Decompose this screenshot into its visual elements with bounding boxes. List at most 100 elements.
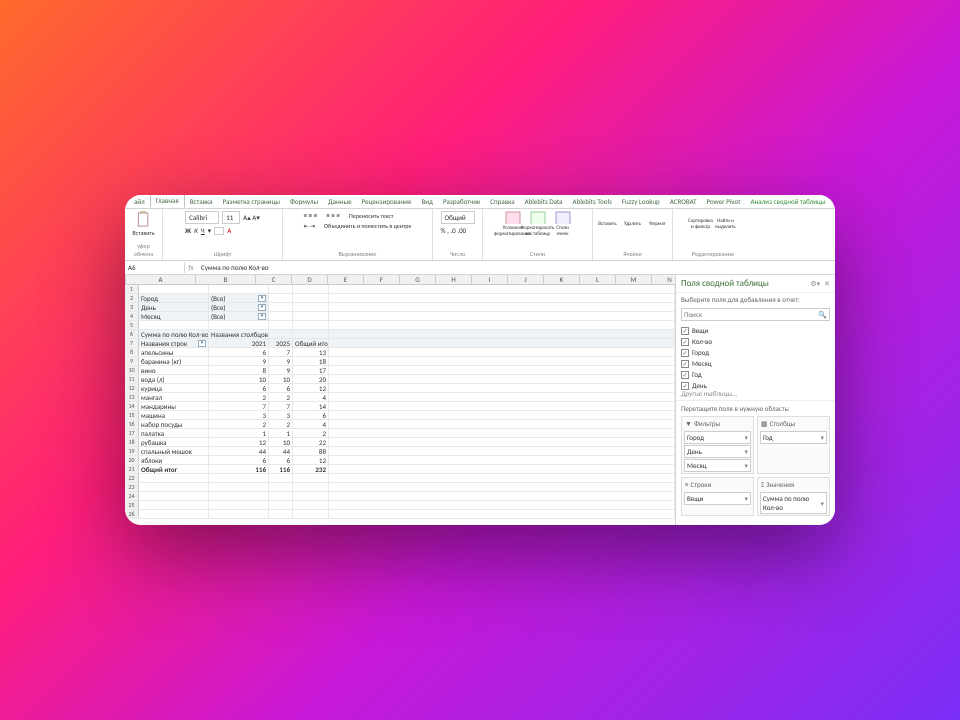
- chevron-down-icon[interactable]: ▾: [744, 447, 748, 456]
- tab-главная[interactable]: Главная: [150, 195, 185, 208]
- field-search-input[interactable]: [684, 310, 818, 319]
- tab-формулы[interactable]: Формулы: [285, 195, 323, 208]
- table-row[interactable]: 20яблоки6612: [125, 456, 675, 465]
- checkbox-icon[interactable]: ✓: [681, 360, 689, 368]
- zone-item[interactable]: Месяц▾: [684, 459, 751, 472]
- table-row[interactable]: 23: [125, 483, 675, 492]
- fx-icon[interactable]: fx: [185, 263, 197, 272]
- worksheet[interactable]: ABCDEFGHIJKLMNO 12Город(Все)▾3День(Все)▾…: [125, 275, 675, 525]
- checkbox-icon[interactable]: ✓: [681, 371, 689, 379]
- table-row[interactable]: 9баранина (кг)9918: [125, 357, 675, 366]
- col-header-F[interactable]: F: [364, 275, 400, 284]
- table-row[interactable]: 3День(Все)▾: [125, 303, 675, 312]
- insert-cells-button[interactable]: Вставить: [597, 211, 619, 237]
- table-row[interactable]: 17палатка112: [125, 429, 675, 438]
- zone-item[interactable]: День▾: [684, 445, 751, 458]
- zone-item[interactable]: Год▾: [760, 431, 827, 444]
- table-row[interactable]: 2Город(Все)▾: [125, 294, 675, 303]
- table-row[interactable]: 14мандарины7714: [125, 402, 675, 411]
- field-item-Кол-во[interactable]: ✓Кол-во: [681, 336, 830, 347]
- table-row[interactable]: 7Названия строк▾20212025Общий итог: [125, 339, 675, 348]
- tab-вставка[interactable]: Вставка: [185, 195, 218, 208]
- zone-columns[interactable]: ▦СтолбцыГод▾: [757, 416, 830, 474]
- tab-acrobat[interactable]: ACROBAT: [665, 195, 702, 208]
- chevron-down-icon[interactable]: ▾: [820, 499, 824, 508]
- delete-cells-button[interactable]: Удалить: [622, 211, 644, 237]
- tab-анализ-сводной-таблицы[interactable]: Анализ сводной таблицы: [745, 195, 830, 208]
- paste-button[interactable]: Вставить: [133, 211, 155, 237]
- chevron-down-icon[interactable]: ▾: [744, 461, 748, 470]
- formula-input[interactable]: Сумма по полю Кол-во: [197, 262, 835, 273]
- table-row[interactable]: 4Месяц(Все)▾: [125, 312, 675, 321]
- sort-filter-button[interactable]: Сортировка и фильтр: [690, 211, 712, 237]
- col-header-K[interactable]: K: [544, 275, 580, 284]
- pane-close-icon[interactable]: ✕: [824, 279, 830, 288]
- tab-ablebits-tools[interactable]: Ablebits Tools: [568, 195, 617, 208]
- col-header-J[interactable]: J: [508, 275, 544, 284]
- tab-fuzzy-lookup[interactable]: Fuzzy Lookup: [617, 195, 665, 208]
- tab-айл[interactable]: айл: [129, 195, 150, 208]
- wrap-text[interactable]: Переносить текст: [349, 212, 393, 220]
- field-search[interactable]: 🔍: [681, 308, 830, 321]
- table-row[interactable]: 16набор посуды224: [125, 420, 675, 429]
- tab-вид[interactable]: Вид: [416, 195, 438, 208]
- cell-styles-button[interactable]: Стили ячеек: [552, 211, 574, 237]
- font-size-select[interactable]: 11: [222, 211, 240, 224]
- zone-rows[interactable]: ≡СтрокиВещи▾: [681, 477, 754, 516]
- merge-center[interactable]: Объединить и поместить в центре: [324, 222, 411, 230]
- grid-body[interactable]: 12Город(Все)▾3День(Все)▾4Месяц(Все)▾56Су…: [125, 285, 675, 525]
- tab-рецензирование[interactable]: Рецензирование: [357, 195, 417, 208]
- field-item-Вещи[interactable]: ✓Вещи: [681, 325, 830, 336]
- tab-конструктор[interactable]: Конструктор: [830, 195, 835, 208]
- col-header-B[interactable]: B: [196, 275, 256, 284]
- name-box[interactable]: A6: [125, 262, 185, 273]
- zone-filters[interactable]: ▼ФильтрыГород▾День▾Месяц▾: [681, 416, 754, 474]
- table-row[interactable]: 1: [125, 285, 675, 294]
- table-row[interactable]: 6Сумма по полю Кол-воНазвания столбцов▾: [125, 330, 675, 339]
- format-table-button[interactable]: Форматировать как таблицу: [527, 211, 549, 237]
- table-row[interactable]: 13мангал224: [125, 393, 675, 402]
- chevron-down-icon[interactable]: ▾: [744, 433, 748, 442]
- table-row[interactable]: 18рубашка121022: [125, 438, 675, 447]
- tab-разработчик[interactable]: Разработчик: [438, 195, 485, 208]
- col-header-G[interactable]: G: [400, 275, 436, 284]
- zone-item[interactable]: Город▾: [684, 431, 751, 444]
- zone-item[interactable]: Сумма по полю Кол-во▾: [760, 492, 827, 514]
- field-item-Месяц[interactable]: ✓Месяц: [681, 358, 830, 369]
- tab-power-pivot[interactable]: Power Pivot: [702, 195, 746, 208]
- format-cells-button[interactable]: Формат: [647, 211, 669, 237]
- chevron-down-icon[interactable]: ▾: [744, 494, 748, 503]
- col-header-N[interactable]: N: [652, 275, 675, 284]
- table-row[interactable]: 8апельсины6713: [125, 348, 675, 357]
- find-select-button[interactable]: Найти и выделить: [715, 211, 737, 237]
- checkbox-icon[interactable]: ✓: [681, 338, 689, 346]
- col-header-L[interactable]: L: [580, 275, 616, 284]
- table-row[interactable]: 19спальный мешок444488: [125, 447, 675, 456]
- chevron-down-icon[interactable]: ▾: [820, 433, 824, 442]
- checkbox-icon[interactable]: ✓: [681, 349, 689, 357]
- table-row[interactable]: 12курица6612: [125, 384, 675, 393]
- col-header-E[interactable]: E: [328, 275, 364, 284]
- tab-справка[interactable]: Справка: [485, 195, 519, 208]
- col-header-I[interactable]: I: [472, 275, 508, 284]
- col-header-M[interactable]: M: [616, 275, 652, 284]
- table-row[interactable]: 24: [125, 492, 675, 501]
- table-row[interactable]: 5: [125, 321, 675, 330]
- col-header-H[interactable]: H: [436, 275, 472, 284]
- zone-values[interactable]: ΣЗначенияСумма по полю Кол-во▾: [757, 477, 830, 516]
- zone-item[interactable]: Вещи▾: [684, 492, 751, 505]
- col-header-C[interactable]: C: [256, 275, 292, 284]
- field-item-Город[interactable]: ✓Город: [681, 347, 830, 358]
- tab-данные[interactable]: Данные: [323, 195, 357, 208]
- table-row[interactable]: 15машина336: [125, 411, 675, 420]
- table-row[interactable]: 11вода (л)101020: [125, 375, 675, 384]
- col-header-D[interactable]: D: [292, 275, 328, 284]
- tab-разметка-страницы[interactable]: Разметка страницы: [217, 195, 285, 208]
- table-row[interactable]: 26: [125, 510, 675, 519]
- col-header-A[interactable]: A: [126, 275, 196, 284]
- checkbox-icon[interactable]: ✓: [681, 327, 689, 335]
- other-tables-link[interactable]: Другие таблицы...: [676, 387, 835, 400]
- table-row[interactable]: 25: [125, 501, 675, 510]
- table-row[interactable]: 22: [125, 474, 675, 483]
- pane-settings-icon[interactable]: ⚙▾: [810, 279, 820, 288]
